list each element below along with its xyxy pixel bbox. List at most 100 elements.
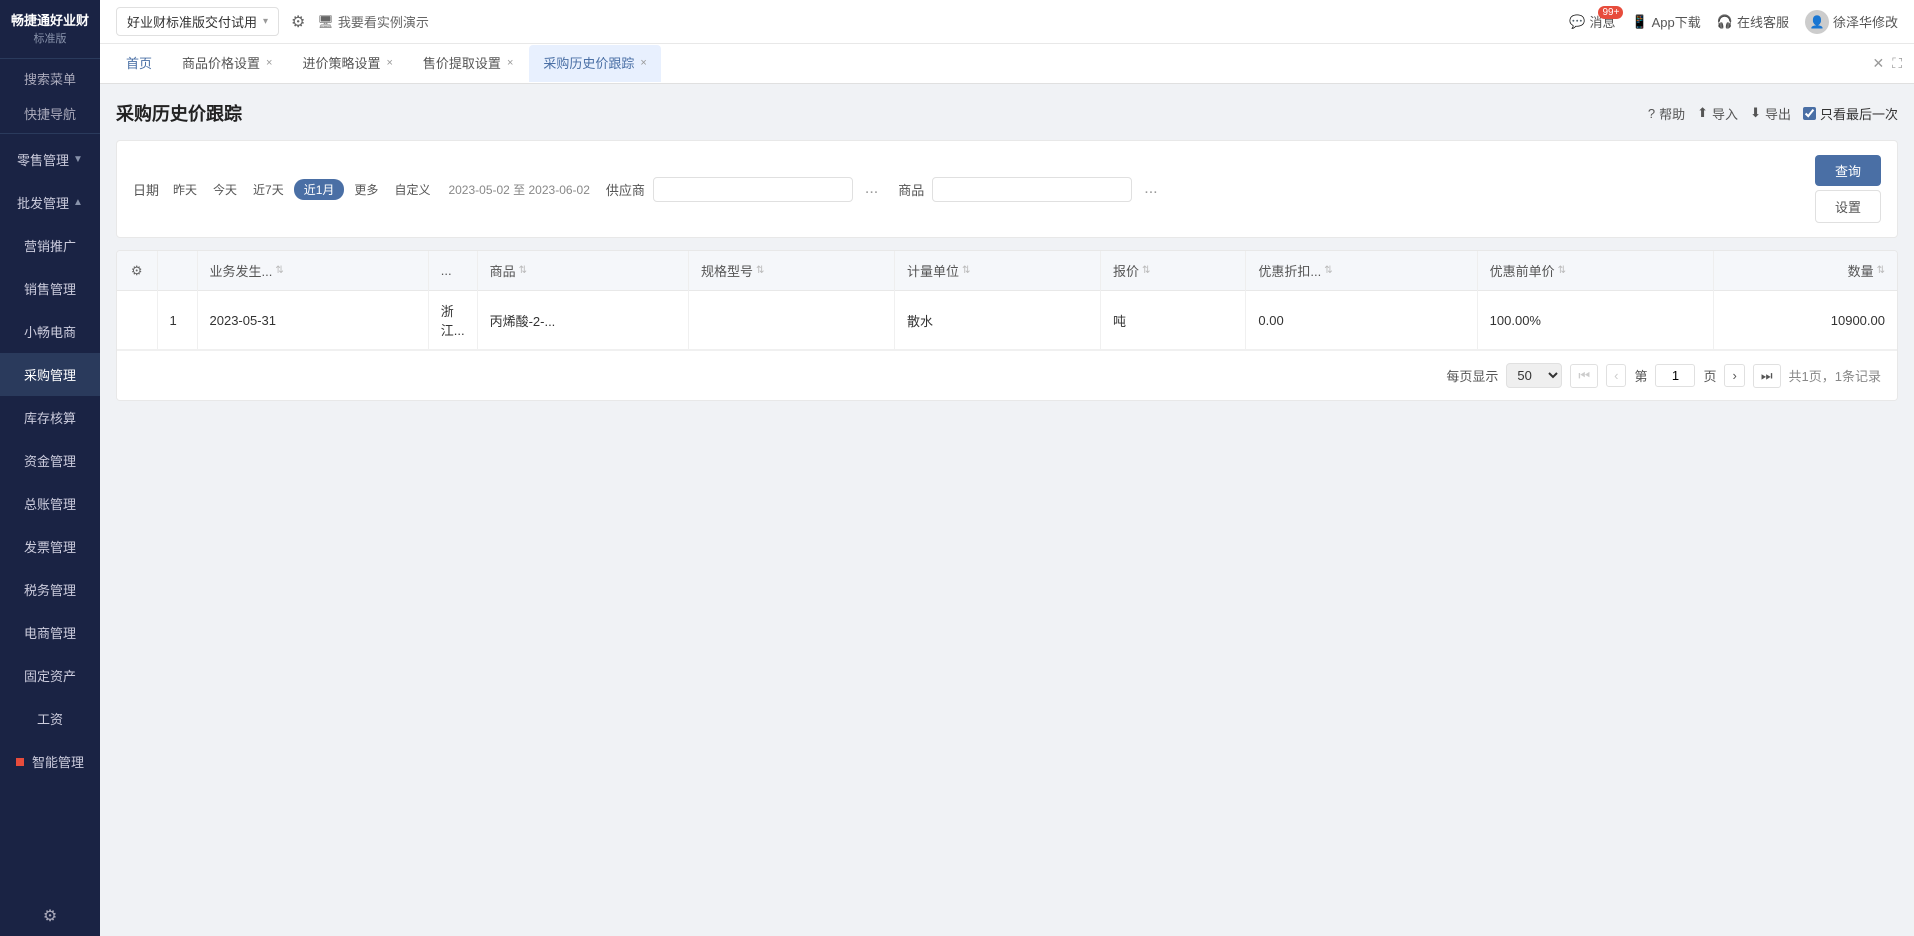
sidebar-item-smart[interactable]: 智能管理 <box>0 740 100 783</box>
page-input[interactable] <box>1655 364 1695 387</box>
first-page-button[interactable]: ⏮ <box>1570 364 1598 388</box>
sidebar-item-salary[interactable]: 工资 <box>0 697 100 740</box>
sort-icon: ⇅ <box>1324 265 1332 276</box>
product-input[interactable] <box>932 177 1132 202</box>
export-link[interactable]: ⬇ 导出 <box>1750 104 1791 123</box>
tab-price[interactable]: 商品价格设置 × <box>168 45 286 82</box>
gear-icon[interactable]: ⚙ <box>131 263 143 278</box>
col-product[interactable]: 商品 ⇅ <box>477 251 688 291</box>
tab-home[interactable]: 首页 <box>112 45 166 82</box>
row-spec <box>689 291 895 350</box>
tab-expand-icon[interactable]: ⛶ <box>1892 55 1902 72</box>
product-filter-item: 商品 ... <box>898 177 1161 202</box>
headset-icon: 🎧 <box>1717 14 1733 30</box>
data-table-wrapper: ⚙ 业务发生... ⇅ ... <box>116 250 1898 401</box>
help-link[interactable]: ? 帮助 <box>1648 104 1685 123</box>
page-title: 采购历史价跟踪 <box>116 100 242 126</box>
tab-close-icon[interactable]: ✕ <box>1872 55 1884 72</box>
sidebar-item-general[interactable]: 总账管理 <box>0 482 100 525</box>
supplier-input[interactable] <box>653 177 853 202</box>
import-link[interactable]: ⬆ 导入 <box>1697 104 1738 123</box>
date-btn-7days[interactable]: 近7天 <box>247 179 290 200</box>
last-page-button[interactable]: ⏭ <box>1753 364 1781 388</box>
page-header: 采购历史价跟踪 ? 帮助 ⬆ 导入 ⬇ 导出 只看最后一次 <box>116 100 1898 126</box>
filter-bar: 日期 昨天 今天 近7天 近1月 更多 自定义 2023-05-02 至 202… <box>116 140 1898 238</box>
sort-icon: ⇅ <box>275 265 283 276</box>
supplier-more-btn[interactable]: ... <box>861 180 882 198</box>
col-unit[interactable]: 计量单位 ⇅ <box>895 251 1101 291</box>
pagination: 每页显示 50 10 20 100 ⏮ ‹ 第 页 › ⏭ 共1页，1条记录 <box>117 350 1897 400</box>
wholesale-arrow: ▲ <box>73 197 83 208</box>
sort-icon: ⇅ <box>519 265 527 276</box>
row-pre-price: 10900.00 <box>1713 291 1897 350</box>
sort-icon: ⇅ <box>1142 265 1150 276</box>
last-only-checkbox[interactable] <box>1803 107 1816 120</box>
close-icon[interactable]: × <box>507 57 513 69</box>
next-page-button[interactable]: › <box>1724 364 1744 387</box>
prev-page-button[interactable]: ‹ <box>1606 364 1626 387</box>
col-seq <box>157 251 197 291</box>
version-label: 好业财标准版交付试用 <box>127 12 257 31</box>
topbar-settings-icon[interactable]: ⚙ <box>291 12 305 32</box>
col-pre-price[interactable]: 优惠前单价 ⇅ <box>1477 251 1713 291</box>
close-icon[interactable]: × <box>386 57 392 69</box>
sidebar-item-marketing[interactable]: 营销推广 <box>0 224 100 267</box>
product-more-btn[interactable]: ... <box>1140 180 1161 198</box>
app-download-button[interactable]: 📱 App下载 <box>1631 12 1700 31</box>
sidebar-item-quick-nav[interactable]: 快捷导航 <box>0 98 100 129</box>
close-icon[interactable]: × <box>266 57 272 69</box>
app-name: 畅捷通好业财 <box>8 12 92 30</box>
date-btn-today[interactable]: 今天 <box>207 179 243 200</box>
sidebar-item-search[interactable]: 搜索菜单 <box>0 59 100 98</box>
col-gear[interactable]: ⚙ <box>117 251 157 291</box>
sidebar-item-invoice[interactable]: 发票管理 <box>0 525 100 568</box>
sidebar-item-finance[interactable]: 资金管理 <box>0 439 100 482</box>
col-quantity[interactable]: 数量 ⇅ <box>1713 251 1897 291</box>
date-btn-1month[interactable]: 近1月 <box>294 179 345 200</box>
col-discount[interactable]: 优惠折扣... ⇅ <box>1246 251 1477 291</box>
filter-actions: 查询 设置 <box>1815 155 1881 223</box>
close-icon[interactable]: × <box>640 57 646 69</box>
sidebar-item-retail[interactable]: 零售管理 ▼ <box>0 138 100 181</box>
smart-dot <box>16 758 24 766</box>
sidebar-gear-icon[interactable]: ⚙ <box>43 908 57 925</box>
date-btn-more[interactable]: 更多 <box>348 179 384 200</box>
messages-button[interactable]: 💬 消息 99+ <box>1569 12 1615 31</box>
date-btn-yesterday[interactable]: 昨天 <box>167 179 203 200</box>
last-only-checkbox-label[interactable]: 只看最后一次 <box>1803 104 1898 123</box>
col-more[interactable]: ... <box>428 251 477 291</box>
per-page-select[interactable]: 50 10 20 100 <box>1506 363 1562 388</box>
avatar: 👤 <box>1805 10 1829 34</box>
sidebar-item-sales[interactable]: 销售管理 <box>0 267 100 310</box>
row-supplier: 浙江... <box>428 291 477 350</box>
export-icon: ⬇ <box>1750 105 1761 121</box>
col-spec[interactable]: 规格型号 ⇅ <box>689 251 895 291</box>
row-unit: 散水 <box>895 291 1101 350</box>
tab-sell-price[interactable]: 售价提取设置 × <box>409 45 527 82</box>
version-select[interactable]: 好业财标准版交付试用 ▾ <box>116 7 279 36</box>
table-row: 1 2023-05-31 浙江... 丙烯酸-2-... 散水 吨 0.00 1… <box>117 291 1897 350</box>
total-info: 共1页，1条记录 <box>1789 366 1881 385</box>
filter-settings-button[interactable]: 设置 <box>1815 190 1881 223</box>
sort-icon: ⇅ <box>1558 265 1566 276</box>
row-seq: 1 <box>157 291 197 350</box>
tab-history-price[interactable]: 采购历史价跟踪 × <box>529 45 660 82</box>
sidebar-item-fixed-assets[interactable]: 固定资产 <box>0 654 100 697</box>
online-service-button[interactable]: 🎧 在线客服 <box>1717 12 1789 31</box>
sidebar-item-tax[interactable]: 税务管理 <box>0 568 100 611</box>
sidebar-item-purchase[interactable]: 采购管理 <box>0 353 100 396</box>
sidebar-item-ecom-small[interactable]: 小畅电商 <box>0 310 100 353</box>
row-price-unit: 吨 <box>1101 291 1246 350</box>
tab-purchase-strategy[interactable]: 进价策略设置 × <box>288 45 406 82</box>
col-price[interactable]: 报价 ⇅ <box>1101 251 1246 291</box>
sidebar-item-ecom[interactable]: 电商管理 <box>0 611 100 654</box>
sidebar-item-wholesale[interactable]: 批发管理 ▲ <box>0 181 100 224</box>
date-btn-custom[interactable]: 自定义 <box>388 179 436 200</box>
sidebar-item-inventory[interactable]: 库存核算 <box>0 396 100 439</box>
user-button[interactable]: 👤 徐泽华修改 <box>1805 10 1898 34</box>
demo-link[interactable]: 🖥 我要看实例演示 <box>317 12 429 31</box>
col-date[interactable]: 业务发生... ⇅ <box>197 251 428 291</box>
message-icon: 💬 <box>1569 14 1585 30</box>
query-button[interactable]: 查询 <box>1815 155 1881 186</box>
topbar-right: 💬 消息 99+ 📱 App下载 🎧 在线客服 👤 徐泽华修改 <box>1569 10 1898 34</box>
